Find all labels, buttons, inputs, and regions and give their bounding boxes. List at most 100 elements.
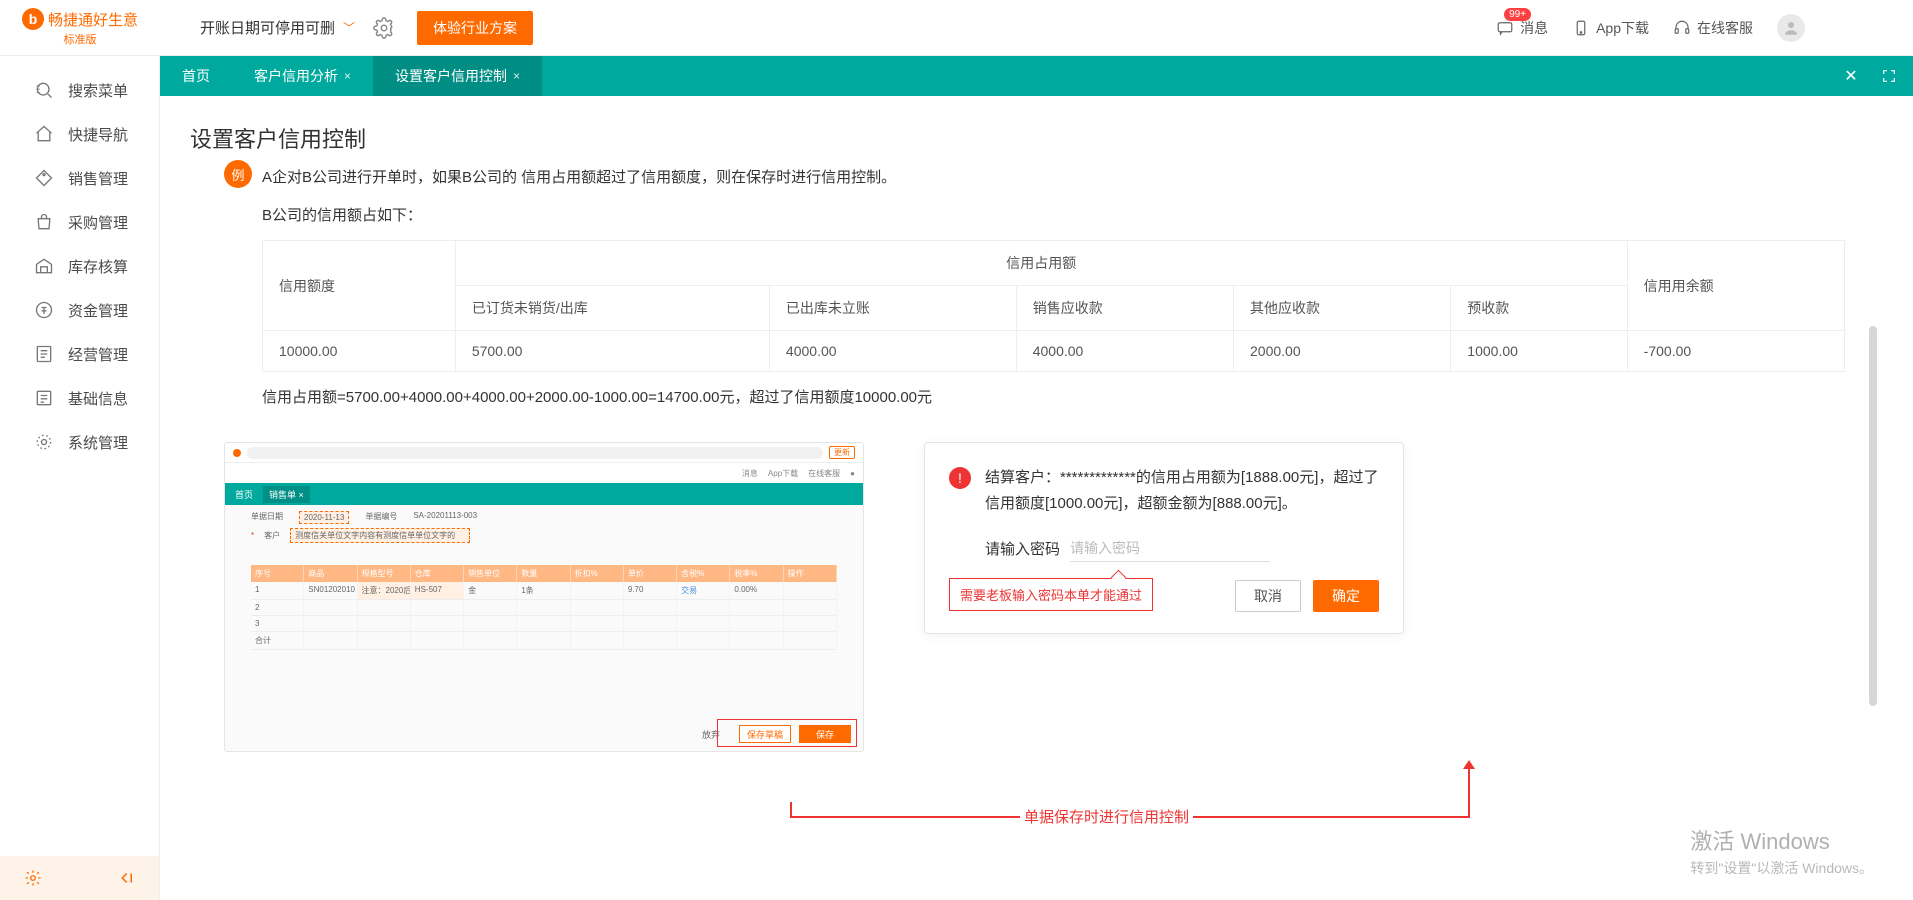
page-title: 设置客户信用控制 [190,122,1879,154]
th-shipped: 已出库未立账 [769,286,1016,331]
formula-text: 信用占用额=5700.00+4000.00+4000.00+2000.00-10… [262,386,1845,410]
list-icon [34,388,54,408]
shot-value: 2020-11-13 [299,511,349,524]
search-icon [34,80,54,100]
example-badge-icon: 例 [224,160,252,188]
person-icon [1782,19,1800,37]
close-all-tabs-button[interactable]: ✕ [1837,62,1865,90]
credit-warning-dialog: ! 结算客户：*************的信用占用额为[1888.00元]，超过… [924,442,1404,634]
sidebar-item-label: 搜索菜单 [68,80,128,101]
phone-icon [1572,19,1590,37]
close-icon[interactable]: × [344,69,351,83]
industry-solution-button[interactable]: 体验行业方案 [417,11,533,45]
th-used-group: 信用占用额 [455,241,1627,286]
tab-credit-analysis[interactable]: 客户信用分析 × [232,56,373,96]
warehouse-icon [34,256,54,276]
sidebar-item-search[interactable]: 搜索菜单 [0,68,159,112]
th-ordered: 已订货未销货/出库 [455,286,769,331]
ok-button[interactable]: 确定 [1313,580,1379,612]
settings-gear-icon[interactable] [24,869,42,887]
tab-bar: 首页 客户信用分析 × 设置客户信用控制 × ✕ [160,56,1913,96]
table-row: 10000.00 5700.00 4000.00 4000.00 2000.00… [263,331,1845,372]
app-download-button[interactable]: App下载 [1572,18,1649,38]
sidebar-footer [0,856,159,900]
sidebar-item-label: 销售管理 [68,168,128,189]
brand-name: 畅捷通好生意 [48,9,138,30]
shot-label: 单据编号 [365,511,397,524]
shot-value: SA-20201113-003 [413,511,477,524]
shot-value: 测度信关单位文字内容有测度信单单位文字的 [290,528,470,543]
shot-label: 单据日期 [251,511,283,524]
cell-sales-ar: 4000.00 [1016,331,1233,372]
red-highlight-box [717,719,857,747]
password-label: 请输入密码 [985,538,1060,559]
chevron-down-icon: ﹀ [343,19,355,36]
bag-icon [34,212,54,232]
cell-ordered: 5700.00 [455,331,769,372]
shot-tab: 首页 [235,488,253,501]
tab-home[interactable]: 首页 [160,56,232,96]
messages-button[interactable]: 99+ 消息 [1496,18,1548,38]
app-download-label: App下载 [1596,18,1649,38]
sidebar-item-label: 库存核算 [68,256,128,277]
logo-mark-icon: b [22,8,44,30]
collapse-sidebar-icon[interactable] [117,869,135,887]
sidebar-item-system[interactable]: 系统管理 [0,420,159,464]
cell-shipped: 4000.00 [769,331,1016,372]
shot-label: 客户 [264,530,280,541]
th-limit: 信用额度 [263,241,456,331]
gear-icon [34,432,54,452]
credit-table: 信用额度 信用占用额 信用用余额 已订货未销货/出库 已出库未立账 销售应收款 … [262,240,1845,372]
sidebar-item-label: 系统管理 [68,432,128,453]
tab-label: 设置客户信用控制 [395,66,507,86]
messages-label: 消息 [1520,18,1548,38]
arrow-head-icon [1463,760,1475,769]
th-other-ar: 其他应收款 [1234,286,1451,331]
customer-service-button[interactable]: 在线客服 [1673,18,1753,38]
sidebar-item-quicknav[interactable]: 快捷导航 [0,112,159,156]
tab-label: 客户信用分析 [254,66,338,86]
annotation-arrow [790,802,792,818]
customer-service-label: 在线客服 [1697,18,1753,38]
intro-text: A企对B公司进行开单时，如果B公司的 信用占用额超过了信用额度，则在保存时进行信… [262,166,896,190]
warning-icon: ! [949,467,971,489]
cell-limit: 10000.00 [263,331,456,372]
sidebar-item-label: 资金管理 [68,300,128,321]
th-sales-ar: 销售应收款 [1016,286,1233,331]
brand-logo: b 畅捷通好生意 标准版 [0,8,160,47]
sidebar-item-purchase[interactable]: 采购管理 [0,200,159,244]
sidebar-item-basedata[interactable]: 基础信息 [0,376,159,420]
settings-icon[interactable] [373,17,395,39]
sidebar-item-label: 快捷导航 [68,124,128,145]
th-balance: 信用用余额 [1627,241,1844,331]
brand-edition: 标准版 [64,31,97,47]
password-input[interactable] [1070,534,1270,562]
account-mode-dropdown[interactable]: 开账日期可停用可删 ﹀ [200,17,355,38]
cell-other-ar: 2000.00 [1234,331,1451,372]
headset-icon [1673,19,1691,37]
tab-credit-control-settings[interactable]: 设置客户信用控制 × [373,56,542,96]
sidebar-item-funds[interactable]: 资金管理 [0,288,159,332]
message-icon [1496,19,1514,37]
tab-label: 首页 [182,66,210,86]
cancel-button[interactable]: 取消 [1235,580,1301,612]
shot-grid-row: 1SN01202010注意：2020后未于户用过程HS-507金1条9.70交易… [251,582,837,600]
user-name-placeholder [1829,19,1889,37]
close-icon[interactable]: × [513,69,520,83]
fullscreen-button[interactable] [1875,62,1903,90]
sidebar-item-label: 基础信息 [68,388,128,409]
scrollbar[interactable] [1869,326,1877,706]
coin-icon [34,300,54,320]
sidebar-item-operations[interactable]: 经营管理 [0,332,159,376]
user-avatar[interactable] [1777,14,1805,42]
sidebar-item-sales[interactable]: 销售管理 [0,156,159,200]
sidebar: 搜索菜单 快捷导航 销售管理 采购管理 库存核算 资金管理 经营管理 基础信息 [0,56,160,900]
home-icon [34,124,54,144]
shot-tab: 销售单 × [263,486,310,503]
sidebar-item-inventory[interactable]: 库存核算 [0,244,159,288]
sidebar-item-label: 采购管理 [68,212,128,233]
sub-text: B公司的信用额占如下： [262,204,1845,228]
dialog-message: 结算客户：*************的信用占用额为[1888.00元]，超过了信… [985,465,1379,516]
sidebar-item-label: 经营管理 [68,344,128,365]
tag-icon [34,168,54,188]
